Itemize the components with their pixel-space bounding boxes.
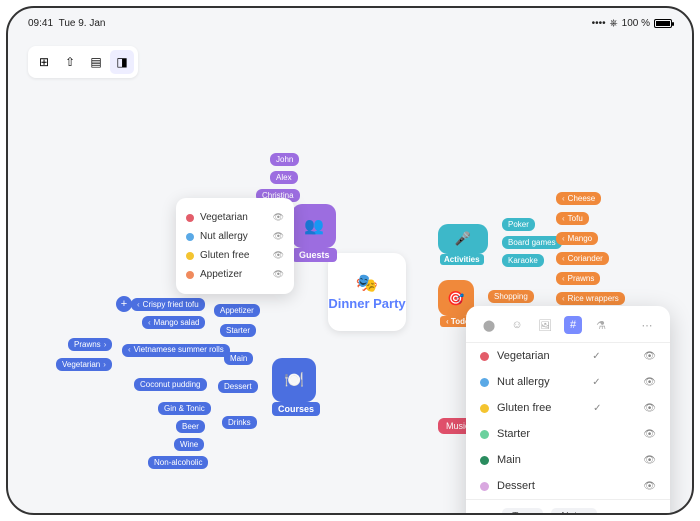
course-starter[interactable]: Starter — [220, 324, 256, 337]
activity-node[interactable]: Board games — [502, 236, 562, 249]
panel-tab-tag-icon[interactable]: ⬤ — [480, 316, 498, 334]
item-gin[interactable]: Gin & Tonic — [158, 402, 211, 415]
add-tag-button[interactable]: + — [478, 509, 494, 516]
add-node-icon[interactable]: + — [116, 296, 132, 312]
check-icon: ✓ — [593, 403, 601, 414]
item-beer[interactable]: Beer — [176, 420, 205, 433]
panel-more-icon[interactable]: ⋯ — [638, 316, 656, 334]
center-title: Dinner Party — [328, 296, 405, 312]
mindmap-canvas[interactable]: 🎭 Dinner Party 👥 Guests John Alex Christ… — [8, 8, 692, 513]
item-prawns[interactable]: Prawns› — [68, 338, 112, 351]
tag-row[interactable]: Appetizer👁 — [186, 265, 284, 284]
panel-row[interactable]: Nut allergy✓👁 — [466, 369, 670, 395]
eye-icon: 👁 — [273, 250, 284, 261]
todo-shopping[interactable]: Shopping — [488, 290, 534, 303]
tag-row[interactable]: Nut allergy👁 — [186, 227, 284, 246]
todo-item[interactable]: ‹Rice wrappers — [556, 292, 625, 305]
collapse-icon[interactable]: ⇥ — [648, 510, 658, 516]
notes-tab[interactable]: Notes — [551, 508, 597, 515]
tag-row[interactable]: Vegetarian👁 — [186, 208, 284, 227]
eye-icon: 👁 — [643, 377, 656, 388]
tags-panel: ⬤ ☺ 🖼 # ⚗ ⋯ Vegetarian✓👁 Nut allergy✓👁 G… — [466, 306, 670, 515]
eye-icon: 👁 — [643, 351, 656, 362]
eye-icon: 👁 — [273, 269, 284, 280]
guest-node[interactable]: John — [270, 153, 299, 166]
item-wine[interactable]: Wine — [174, 438, 204, 451]
hub-courses-label: Courses — [272, 402, 320, 416]
panel-row[interactable]: Gluten free✓👁 — [466, 395, 670, 421]
panel-row[interactable]: Main👁 — [466, 447, 670, 473]
item-veg[interactable]: Vegetarian› — [56, 358, 112, 371]
course-dessert[interactable]: Dessert — [218, 380, 258, 393]
eye-icon: 👁 — [643, 429, 656, 440]
hub-activities-label: Activities — [440, 254, 484, 265]
item-na[interactable]: Non-alcoholic — [148, 456, 208, 469]
eye-icon: 👁 — [643, 403, 656, 414]
todo-item[interactable]: ‹Cheese — [556, 192, 601, 205]
panel-tab-hash-icon[interactable]: # — [564, 316, 582, 334]
tag-popup: Vegetarian👁 Nut allergy👁 Gluten free👁 Ap… — [176, 198, 294, 294]
activity-node[interactable]: Karaoke — [502, 254, 544, 267]
item-tofu[interactable]: ‹Crispy fried tofu — [131, 298, 205, 311]
item-mango[interactable]: ‹Mango salad — [142, 316, 205, 329]
activity-node[interactable]: Poker — [502, 218, 535, 231]
panel-row[interactable]: Dessert👁 — [466, 473, 670, 499]
tag-row[interactable]: Gluten free👁 — [186, 246, 284, 265]
hub-activities[interactable]: 🎤 — [438, 224, 488, 254]
center-node[interactable]: 🎭 Dinner Party — [328, 253, 406, 331]
panel-row[interactable]: Starter👁 — [466, 421, 670, 447]
hub-guests-label: Guests — [292, 248, 337, 262]
item-pudding[interactable]: Coconut pudding — [134, 378, 207, 391]
hub-courses[interactable]: 🍽️ — [272, 358, 316, 402]
todo-item[interactable]: ‹Mango — [556, 232, 598, 245]
eye-icon: 👁 — [643, 481, 656, 492]
panel-tab-filter-icon[interactable]: ⚗ — [592, 316, 610, 334]
guest-node[interactable]: Alex — [270, 171, 298, 184]
eye-icon: 👁 — [643, 455, 656, 466]
panel-row[interactable]: Vegetarian✓👁 — [466, 343, 670, 369]
eye-icon: 👁 — [273, 212, 284, 223]
course-drinks[interactable]: Drinks — [222, 416, 257, 429]
panel-tab-emoji-icon[interactable]: ☺ — [508, 316, 526, 334]
todo-item[interactable]: ‹Coriander — [556, 252, 609, 265]
course-appetizer[interactable]: Appetizer — [214, 304, 260, 317]
hub-guests[interactable]: 👥 — [292, 204, 336, 248]
item-rolls[interactable]: ‹Vietnamese summer rolls — [122, 344, 230, 357]
mask-icon: 🎭 — [356, 273, 378, 294]
check-icon: ✓ — [592, 377, 600, 388]
eye-icon: 👁 — [273, 231, 284, 242]
todo-item[interactable]: ‹Tofu — [556, 212, 589, 225]
panel-tab-image-icon[interactable]: 🖼 — [536, 316, 554, 334]
tags-tab[interactable]: Tags — [502, 508, 543, 515]
check-icon: ✓ — [592, 351, 600, 362]
todo-item[interactable]: ‹Prawns — [556, 272, 600, 285]
